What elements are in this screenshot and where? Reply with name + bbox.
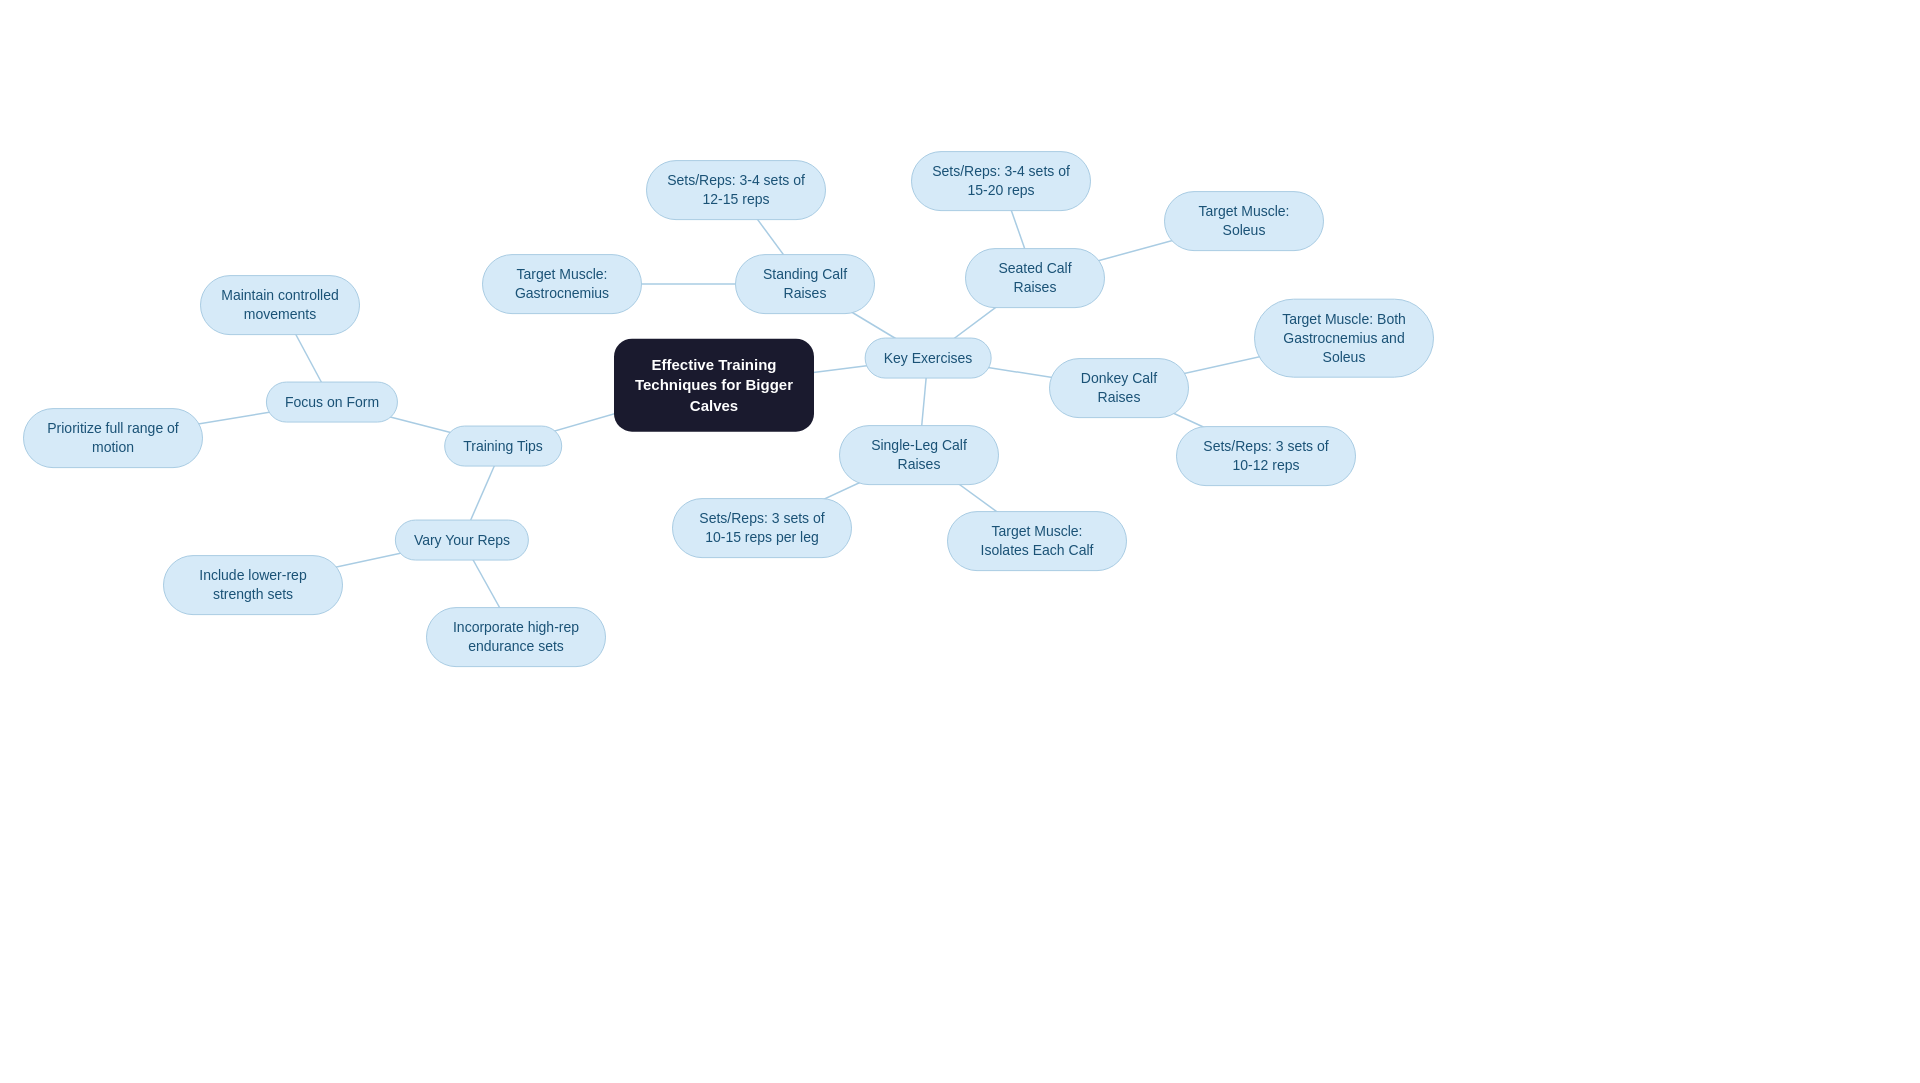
node-target-gastrocnemius: Target Muscle: Gastrocnemius — [482, 254, 642, 314]
central-node: Effective Training Techniques for Bigger… — [614, 339, 814, 432]
node-sets-reps-standing: Sets/Reps: 3-4 sets of 12-15 reps — [646, 160, 826, 220]
node-lower-rep: Include lower-rep strength sets — [163, 555, 343, 615]
node-target-isolates: Target Muscle: Isolates Each Calf — [947, 511, 1127, 571]
node-single-leg: Single-Leg Calf Raises — [839, 425, 999, 485]
node-target-soleus: Target Muscle: Soleus — [1164, 191, 1324, 251]
node-sets-reps-donkey: Sets/Reps: 3 sets of 10-12 reps — [1176, 426, 1356, 486]
node-key-exercises: Key Exercises — [865, 338, 992, 379]
node-training-tips: Training Tips — [444, 426, 562, 467]
mindmap-container: Effective Training Techniques for Bigger… — [0, 0, 1920, 1083]
node-vary-reps: Vary Your Reps — [395, 520, 529, 561]
node-maintain-controlled: Maintain controlled movements — [200, 275, 360, 335]
node-sets-reps-single: Sets/Reps: 3 sets of 10-15 reps per leg — [672, 498, 852, 558]
node-target-both: Target Muscle: Both Gastrocnemius and So… — [1254, 299, 1434, 378]
node-prioritize-range: Prioritize full range of motion — [23, 408, 203, 468]
node-donkey-calf: Donkey Calf Raises — [1049, 358, 1189, 418]
node-standing-calf: Standing Calf Raises — [735, 254, 875, 314]
node-high-rep: Incorporate high-rep endurance sets — [426, 607, 606, 667]
node-seated-calf: Seated Calf Raises — [965, 248, 1105, 308]
node-sets-reps-seated: Sets/Reps: 3-4 sets of 15-20 reps — [911, 151, 1091, 211]
node-focus-on-form: Focus on Form — [266, 382, 398, 423]
